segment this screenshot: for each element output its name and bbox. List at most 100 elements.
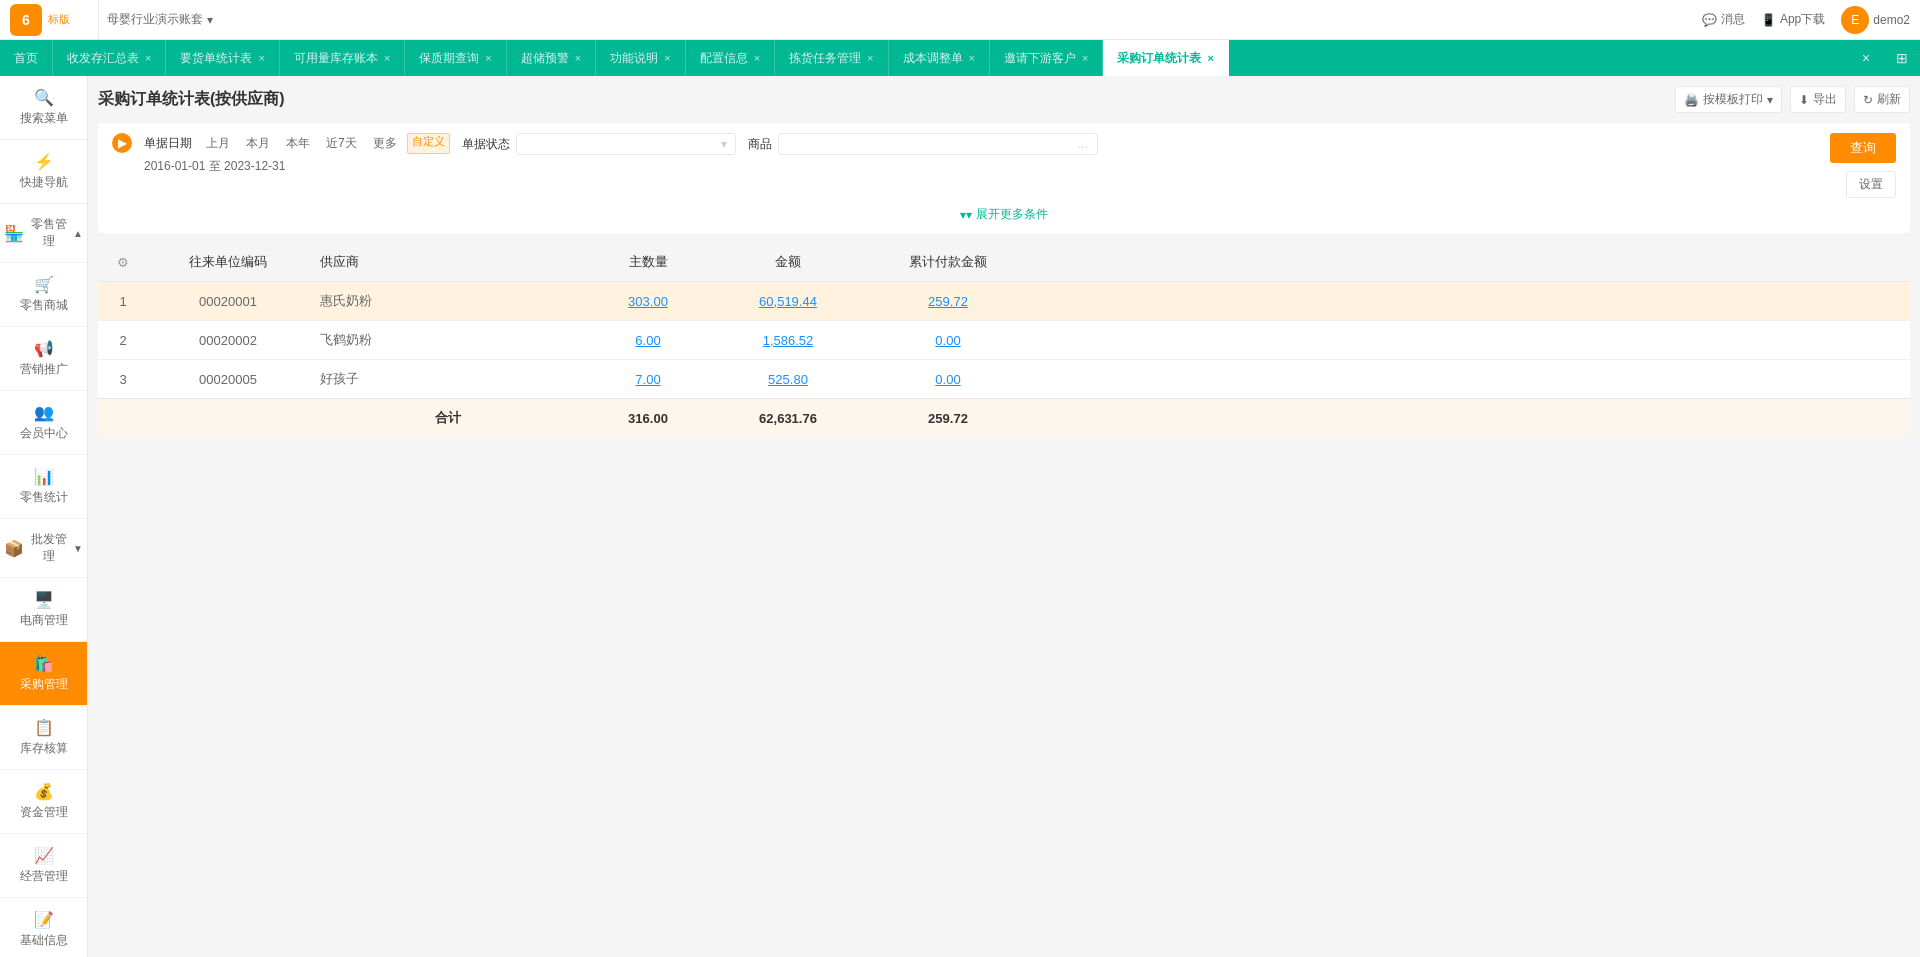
filter-collapse-button[interactable]: ▶ (112, 133, 132, 153)
date-range-display: 2016-01-01 至 2023-12-31 (144, 158, 285, 175)
wholesale-arrow-icon: ▼ (73, 543, 83, 554)
sidebar-item-stock[interactable]: 📋 库存核算 (0, 706, 87, 770)
tab-config-info-label: 配置信息 (700, 50, 748, 67)
tab-cost-adjust[interactable]: 成本调整单× (889, 40, 990, 76)
app-label: App下载 (1780, 11, 1825, 28)
tab-cost-adjust-close[interactable]: × (969, 52, 975, 64)
tab-available-stock[interactable]: 可用量库存账本 × (280, 40, 405, 76)
tab-expiry-query[interactable]: 保质期查询× (405, 40, 506, 76)
tab-func-desc-close[interactable]: × (664, 52, 670, 64)
row1-seq: 1 (98, 282, 148, 321)
tab-config-info[interactable]: 配置信息 × (686, 40, 775, 76)
page-header: 采购订单统计表(按供应商) 🖨️ 按模板打印 ▾ ⬇ 导出 ↻ 刷新 (98, 86, 1910, 113)
sidebar-item-purchase[interactable]: 🛍️ 采购管理 (0, 642, 87, 706)
sidebar-item-retail-mall[interactable]: 🛒 零售商城 (0, 263, 87, 327)
message-button[interactable]: 💬 消息 (1702, 11, 1745, 28)
col-header-extra (1028, 243, 1910, 282)
tab-expand-button[interactable]: ⊞ (1884, 40, 1920, 76)
sidebar-item-retail-stat[interactable]: 📊 零售统计 (0, 455, 87, 519)
status-select[interactable]: ▾ (516, 133, 736, 155)
setting-button[interactable]: 设置 (1846, 171, 1896, 198)
date-filter-label: 单据日期 (144, 135, 192, 152)
app-download-button[interactable]: 📱 App下载 (1761, 11, 1825, 28)
date-quick-this-month[interactable]: 本月 (240, 133, 276, 154)
goods-input[interactable]: … (778, 133, 1098, 155)
sidebar-item-finance[interactable]: 💰 资金管理 (0, 770, 87, 834)
logo-icon: 6 (10, 4, 42, 36)
tab-order-summary-close[interactable]: × (258, 52, 264, 64)
date-quick-this-year[interactable]: 本年 (280, 133, 316, 154)
tab-func-desc[interactable]: 功能说明 × (596, 40, 685, 76)
tab-pick-task-label: 拣货任务管理 (789, 50, 861, 67)
tab-recv-send[interactable]: 收发存汇总表× (53, 40, 166, 76)
tab-expiry-query-close[interactable]: × (485, 52, 491, 64)
sidebar-item-search[interactable]: 🔍 搜索菜单 (0, 76, 87, 140)
tab-purchase-summary[interactable]: 采购订单统计表× (1103, 40, 1228, 76)
status-filter: 单据状态 ▾ (462, 133, 736, 155)
tab-order-summary-label: 要货单统计表 (180, 50, 252, 67)
tab-pick-task[interactable]: 拣货任务管理 × (775, 40, 888, 76)
sidebar-item-wholesale[interactable]: 📦 批发管理 ▼ (0, 519, 87, 578)
row2-qty[interactable]: 6.00 (588, 321, 708, 360)
sidebar-marketing-label: 营销推广 (20, 361, 68, 378)
tab-available-stock-label: 可用量库存账本 (294, 50, 378, 67)
date-quick-last-month[interactable]: 上月 (200, 133, 236, 154)
row1-extra (1028, 282, 1910, 321)
sidebar-item-quick-nav[interactable]: ⚡ 快捷导航 (0, 140, 87, 204)
row1-qty[interactable]: 303.00 (588, 282, 708, 321)
tab-recv-send-close[interactable]: × (145, 52, 151, 64)
tab-func-desc-label: 功能说明 (610, 50, 658, 67)
logo-area: 6 标版 (10, 4, 98, 36)
tab-close-all-button[interactable]: × (1848, 40, 1884, 76)
tab-overstock-close[interactable]: × (575, 52, 581, 64)
workspace-arrow-icon: ▾ (207, 13, 213, 27)
export-button[interactable]: ⬇ 导出 (1790, 86, 1846, 113)
row3-extra (1028, 360, 1910, 399)
refresh-button[interactable]: ↻ 刷新 (1854, 86, 1910, 113)
tab-invite-down-close[interactable]: × (1082, 52, 1088, 64)
print-button[interactable]: 🖨️ 按模板打印 ▾ (1675, 86, 1782, 113)
retail-mall-icon: 🛒 (34, 275, 54, 294)
sidebar-basic-info-label: 基础信息 (20, 932, 68, 949)
user-menu[interactable]: E demo2 (1841, 6, 1910, 34)
row2-amount[interactable]: 1,586.52 (708, 321, 868, 360)
sidebar-retail-label: 零售管理 (26, 216, 71, 250)
row3-qty[interactable]: 7.00 (588, 360, 708, 399)
col-header-gear[interactable]: ⚙ (98, 243, 148, 282)
table-footer: 合计 316.00 62,631.76 259.72 (98, 399, 1910, 438)
date-quick-buttons: 上月 本月 本年 近7天 更多 自定义 (200, 133, 450, 154)
query-button[interactable]: 查询 (1830, 133, 1896, 163)
tab-home[interactable]: 首页 (0, 40, 53, 76)
sidebar-finance-label: 资金管理 (20, 804, 68, 821)
tab-config-info-close[interactable]: × (754, 52, 760, 64)
row3-amount[interactable]: 525.80 (708, 360, 868, 399)
tab-available-stock-close[interactable]: × (384, 52, 390, 64)
logo-text: 标版 (48, 13, 70, 26)
tab-purchase-summary-close[interactable]: × (1207, 52, 1213, 64)
sidebar-search-label: 搜索菜单 (20, 110, 68, 127)
sidebar-item-ecommerce[interactable]: 🖥️ 电商管理 (0, 578, 87, 642)
sidebar-item-member[interactable]: 👥 会员中心 (0, 391, 87, 455)
workspace-selector[interactable]: 母婴行业演示账套 ▾ (98, 0, 221, 39)
goods-more-icon[interactable]: … (1077, 137, 1089, 151)
message-label: 消息 (1721, 11, 1745, 28)
row3-paid[interactable]: 0.00 (868, 360, 1028, 399)
print-label: 按模板打印 (1703, 91, 1763, 108)
sidebar-item-operation[interactable]: 📈 经营管理 (0, 834, 87, 898)
expand-more-button[interactable]: ▾▾ 展开更多条件 (112, 206, 1896, 223)
row1-amount[interactable]: 60,519.44 (708, 282, 868, 321)
tab-pick-task-close[interactable]: × (867, 52, 873, 64)
date-quick-more[interactable]: 更多 (367, 133, 403, 154)
sidebar-item-marketing[interactable]: 📢 营销推广 (0, 327, 87, 391)
row1-paid[interactable]: 259.72 (868, 282, 1028, 321)
row2-paid[interactable]: 0.00 (868, 321, 1028, 360)
tab-order-summary[interactable]: 要货单统计表 × (166, 40, 279, 76)
sidebar-item-retail[interactable]: 🏪 零售管理 ▲ (0, 204, 87, 263)
row1-code: 00020001 (148, 282, 308, 321)
sidebar-item-basic-info[interactable]: 📝 基础信息 (0, 898, 87, 957)
date-quick-7days[interactable]: 近7天 (320, 133, 363, 154)
row1-supplier: 惠氏奶粉 (308, 282, 588, 321)
sidebar-stock-label: 库存核算 (20, 740, 68, 757)
tab-invite-down[interactable]: 邀请下游客户× (990, 40, 1103, 76)
tab-overstock[interactable]: 超储预警× (507, 40, 596, 76)
